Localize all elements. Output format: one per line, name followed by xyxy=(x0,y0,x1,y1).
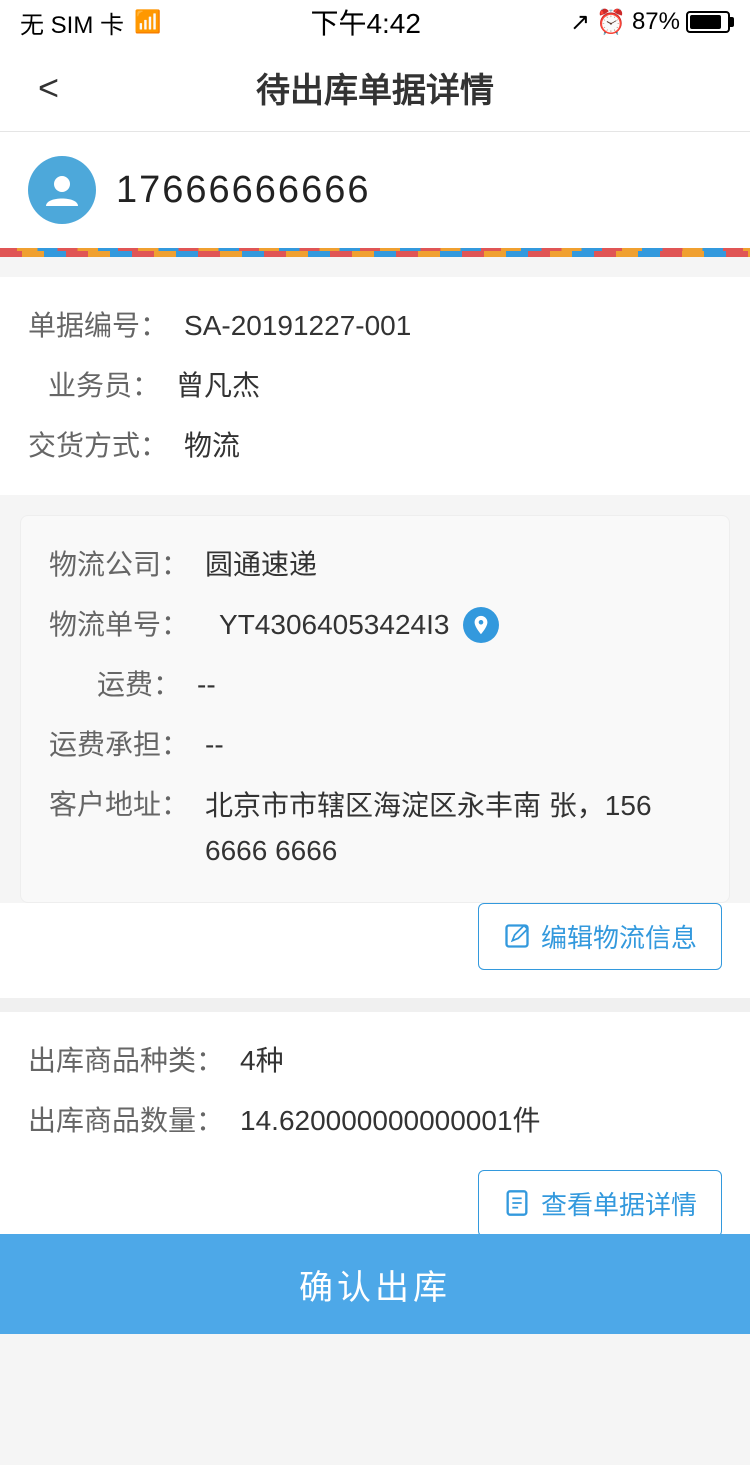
freight-bearer-label: 运费承担： xyxy=(49,724,205,766)
delivery-method-value: 物流 xyxy=(184,425,722,467)
customer-header: 17666666666 xyxy=(0,132,750,251)
basic-info-section: 单据编号： SA-20191227-001 业务员： 曾凡杰 交货方式： 物流 xyxy=(0,277,750,495)
back-button[interactable]: < xyxy=(28,57,69,119)
status-right: ↗ ⏰ 87% xyxy=(570,8,730,37)
logistics-company-row: 物流公司： 圆通速递 xyxy=(49,544,701,586)
alarm-icon: ⏰ xyxy=(596,8,626,37)
carrier-text: 无 SIM 卡 xyxy=(20,5,124,40)
battery-text: 87% xyxy=(632,8,680,36)
avatar xyxy=(28,156,96,224)
document-no-value: SA-20191227-001 xyxy=(184,305,722,347)
logistics-company-label: 物流公司： xyxy=(49,544,205,586)
freight-bearer-value: -- xyxy=(205,724,701,766)
address-value: 北京市市辖区海淀区永丰南 张，156 6666 6666 xyxy=(205,784,701,874)
battery-fill xyxy=(690,15,721,29)
edit-btn-label: 编辑物流信息 xyxy=(541,918,697,955)
view-btn-label: 查看单据详情 xyxy=(541,1185,697,1222)
document-no-label: 单据编号： xyxy=(28,305,184,347)
freight-label: 运费： xyxy=(49,664,197,706)
delivery-method-label: 交货方式： xyxy=(28,425,184,467)
rainbow-divider xyxy=(0,251,750,257)
nav-bar: < 待出库单据详情 xyxy=(0,44,750,132)
map-pin-icon xyxy=(470,614,492,636)
battery-bar xyxy=(686,11,730,33)
goods-quantity-row: 出库商品数量： 14.620000000000001件 xyxy=(28,1100,722,1142)
tracking-no-label: 物流单号： xyxy=(49,604,205,646)
section-divider-1 xyxy=(0,998,750,1012)
salesman-label: 业务员： xyxy=(28,365,176,407)
freight-row: 运费： -- xyxy=(49,664,701,706)
edit-logistics-button[interactable]: 编辑物流信息 xyxy=(478,903,722,970)
edit-icon xyxy=(503,922,531,950)
salesman-row: 业务员： 曾凡杰 xyxy=(28,365,722,407)
goods-types-row: 出库商品种类： 4种 xyxy=(28,1040,722,1082)
freight-value: -- xyxy=(197,664,701,706)
address-row: 客户地址： 北京市市辖区海淀区永丰南 张，156 6666 6666 xyxy=(49,784,701,874)
status-bar: 无 SIM 卡 📶 下午4:42 ↗ ⏰ 87% xyxy=(0,0,750,44)
freight-bearer-row: 运费承担： -- xyxy=(49,724,701,766)
tracking-no-row: 物流单号： YT43064053424I3 xyxy=(49,604,701,646)
logistics-card: 物流公司： 圆通速递 物流单号： YT43064053424I3 运费： -- … xyxy=(20,515,730,903)
goods-types-label: 出库商品种类： xyxy=(28,1040,240,1082)
customer-phone: 17666666666 xyxy=(116,169,370,212)
goods-quantity-label: 出库商品数量： xyxy=(28,1100,240,1142)
edit-btn-container: 编辑物流信息 xyxy=(0,903,750,998)
tracking-location-icon[interactable] xyxy=(463,607,499,643)
person-icon xyxy=(42,170,82,210)
view-details-button[interactable]: 查看单据详情 xyxy=(478,1170,722,1237)
confirm-btn-text: 确认出库 xyxy=(299,1260,451,1309)
goods-types-value: 4种 xyxy=(240,1040,722,1082)
document-no-row: 单据编号： SA-20191227-001 xyxy=(28,305,722,347)
wifi-icon: 📶 xyxy=(134,9,161,35)
tracking-no-value: YT43064053424I3 xyxy=(219,604,449,646)
status-left: 无 SIM 卡 📶 xyxy=(20,5,161,40)
location-status-icon: ↗ xyxy=(570,8,590,37)
document-icon xyxy=(503,1189,531,1217)
page-title: 待出库单据详情 xyxy=(256,63,494,112)
salesman-value: 曾凡杰 xyxy=(176,365,722,407)
goods-section: 出库商品种类： 4种 出库商品数量： 14.620000000000001件 xyxy=(0,1012,750,1170)
delivery-method-row: 交货方式： 物流 xyxy=(28,425,722,467)
logistics-company-value: 圆通速递 xyxy=(205,544,701,586)
address-label: 客户地址： xyxy=(49,784,205,826)
status-time: 下午4:42 xyxy=(310,2,421,42)
goods-quantity-value: 14.620000000000001件 xyxy=(240,1100,722,1142)
confirm-bar[interactable]: 确认出库 xyxy=(0,1234,750,1334)
